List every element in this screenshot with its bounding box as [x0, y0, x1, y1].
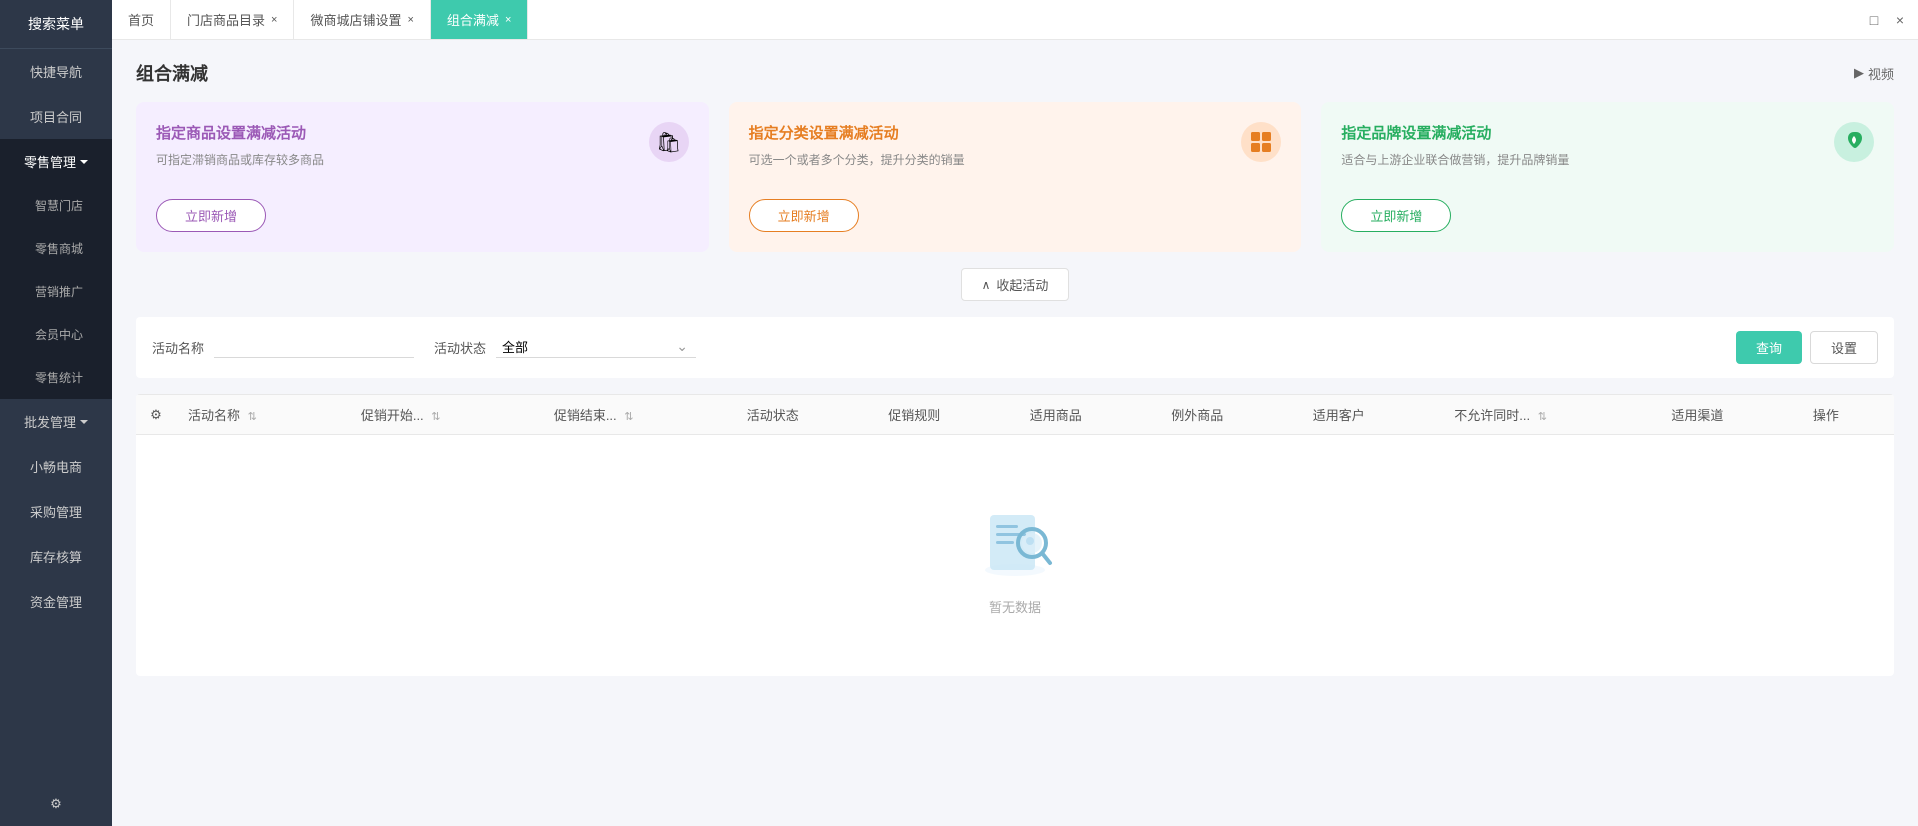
sidebar-item-fund-mgmt[interactable]: 资金管理 [0, 579, 112, 624]
promo-cards-row: 🛍 指定商品设置满减活动 可指定滞销商品或库存较多商品 立即新增 指定分类设置满… [136, 102, 1894, 252]
promo-card-brand-title: 指定品牌设置满减活动 [1341, 122, 1874, 143]
close-button[interactable]: × [1892, 12, 1908, 28]
activity-status-select-wrapper: 全部 进行中 已结束 未开始 [496, 338, 696, 358]
data-table-container: ⚙ 活动名称 ⇅ 促销开始... ⇅ 促销结束... ⇅ [136, 394, 1894, 676]
collapse-bar: ∧ 收起活动 [136, 268, 1894, 301]
table-header: ⚙ 活动名称 ⇅ 促销开始... ⇅ 促销结束... ⇅ [136, 395, 1894, 435]
sidebar: 搜索菜单 快捷导航 项目合同 零售管理 智慧门店 零售商城 营销推广 会员中心 … [0, 0, 112, 826]
th-exception-goods: 例外商品 [1159, 395, 1300, 435]
page-header: 组合满减 ▶ 视频 [136, 60, 1894, 86]
th-settings[interactable]: ⚙ [136, 395, 176, 435]
activity-status-filter: 活动状态 全部 进行中 已结束 未开始 [434, 338, 696, 358]
content-area: 组合满减 ▶ 视频 🛍 指定商品设置满减活动 可指定滞销商品或库存较多商品 立即… [112, 40, 1918, 826]
activity-name-filter: 活动名称 [152, 338, 414, 358]
sidebar-item-retail-mgmt[interactable]: 零售管理 [0, 139, 112, 184]
main-area: 首页 门店商品目录 × 微商城店铺设置 × 组合满减 × □ × 组合满减 ▶ … [112, 0, 1918, 826]
page-title: 组合满减 [136, 60, 208, 86]
th-applicable-goods: 适用商品 [1018, 395, 1159, 435]
tab-store-catalog-close[interactable]: × [271, 14, 277, 26]
sort-icon-no-concurrent: ⇅ [1538, 410, 1547, 423]
sidebar-item-marketing[interactable]: 营销推广 [0, 270, 112, 313]
promo-card-category: 指定分类设置满减活动 可选一个或者多个分类，提升分类的销量 立即新增 [729, 102, 1302, 252]
promo-card-goods-desc: 可指定滞销商品或库存较多商品 [156, 151, 689, 183]
play-icon: ▶ [1854, 65, 1864, 81]
data-table: ⚙ 活动名称 ⇅ 促销开始... ⇅ 促销结束... ⇅ [136, 394, 1894, 676]
promo-card-goods-icon: 🛍 [649, 122, 689, 162]
activity-status-select[interactable]: 全部 进行中 已结束 未开始 [496, 338, 696, 358]
tab-store-catalog[interactable]: 门店商品目录 × [171, 0, 294, 39]
sort-icon-promo-end: ⇅ [624, 410, 633, 423]
sidebar-item-purchase-mgmt[interactable]: 采购管理 [0, 489, 112, 534]
th-promo-end[interactable]: 促销结束... ⇅ [542, 395, 735, 435]
th-operation: 操作 [1801, 395, 1894, 435]
video-link[interactable]: ▶ 视频 [1854, 64, 1894, 83]
collapse-icon: ∧ [982, 278, 991, 292]
sidebar-settings-icon[interactable]: ⚙ [0, 782, 112, 826]
empty-state: 暂无数据 [136, 435, 1894, 676]
minimize-button[interactable]: □ [1866, 12, 1882, 28]
sidebar-item-project-contract[interactable]: 项目合同 [0, 94, 112, 139]
promo-card-goods: 🛍 指定商品设置满减活动 可指定滞销商品或库存较多商品 立即新增 [136, 102, 709, 252]
promo-card-category-title: 指定分类设置满减活动 [749, 122, 1282, 143]
tab-wechat-store-close[interactable]: × [407, 14, 413, 26]
sort-icon-activity-name: ⇅ [248, 410, 257, 423]
empty-icon [970, 495, 1060, 585]
promo-card-brand-btn[interactable]: 立即新增 [1341, 199, 1451, 232]
empty-text: 暂无数据 [989, 597, 1041, 616]
promo-card-brand-icon [1834, 122, 1874, 162]
tab-wechat-store[interactable]: 微商城店铺设置 × [294, 0, 430, 39]
sidebar-item-xiaochang-ecom[interactable]: 小畅电商 [0, 444, 112, 489]
promo-card-brand: 指定品牌设置满减活动 适合与上游企业联合做营销，提升品牌销量 立即新增 [1321, 102, 1894, 252]
sidebar-item-inventory-check[interactable]: 库存核算 [0, 534, 112, 579]
th-applicable-channel: 适用渠道 [1659, 395, 1800, 435]
th-applicable-customer: 适用客户 [1301, 395, 1442, 435]
activity-name-label: 活动名称 [152, 338, 204, 357]
promo-card-category-desc: 可选一个或者多个分类，提升分类的销量 [749, 151, 1282, 183]
filter-row: 活动名称 活动状态 全部 进行中 已结束 未开始 查询 设置 [136, 317, 1894, 378]
tab-home[interactable]: 首页 [112, 0, 171, 39]
sidebar-item-member-center[interactable]: 会员中心 [0, 313, 112, 356]
tab-combo-discount-close[interactable]: × [505, 14, 511, 26]
sort-icon-promo-start: ⇅ [431, 410, 440, 423]
promo-card-goods-title: 指定商品设置满减活动 [156, 122, 689, 143]
window-controls: □ × [1866, 12, 1918, 28]
tab-combo-discount[interactable]: 组合满减 × [431, 0, 528, 39]
filter-actions: 查询 设置 [1736, 331, 1878, 364]
th-activity-name[interactable]: 活动名称 ⇅ [176, 395, 349, 435]
sidebar-item-retail-stats[interactable]: 零售统计 [0, 356, 112, 399]
th-promo-start[interactable]: 促销开始... ⇅ [349, 395, 542, 435]
sidebar-item-wholesale-mgmt[interactable]: 批发管理 [0, 399, 112, 444]
tab-bar: 首页 门店商品目录 × 微商城店铺设置 × 组合满减 × □ × [112, 0, 1918, 40]
promo-card-goods-btn[interactable]: 立即新增 [156, 199, 266, 232]
settings-button[interactable]: 设置 [1810, 331, 1878, 364]
promo-card-category-btn[interactable]: 立即新增 [749, 199, 859, 232]
table-body: 暂无数据 [136, 435, 1894, 677]
th-promo-rules: 促销规则 [876, 395, 1017, 435]
sidebar-item-smart-store[interactable]: 智慧门店 [0, 184, 112, 227]
activity-name-input[interactable] [214, 338, 414, 358]
activity-status-label: 活动状态 [434, 338, 486, 357]
sidebar-search[interactable]: 搜索菜单 [0, 0, 112, 49]
th-no-concurrent[interactable]: 不允许同时... ⇅ [1442, 395, 1659, 435]
sidebar-item-quick-nav[interactable]: 快捷导航 [0, 49, 112, 94]
th-activity-status: 活动状态 [735, 395, 876, 435]
sidebar-item-retail-mall[interactable]: 零售商城 [0, 227, 112, 270]
promo-card-brand-desc: 适合与上游企业联合做营销，提升品牌销量 [1341, 151, 1874, 183]
query-button[interactable]: 查询 [1736, 331, 1802, 364]
collapse-button[interactable]: ∧ 收起活动 [961, 268, 1070, 301]
